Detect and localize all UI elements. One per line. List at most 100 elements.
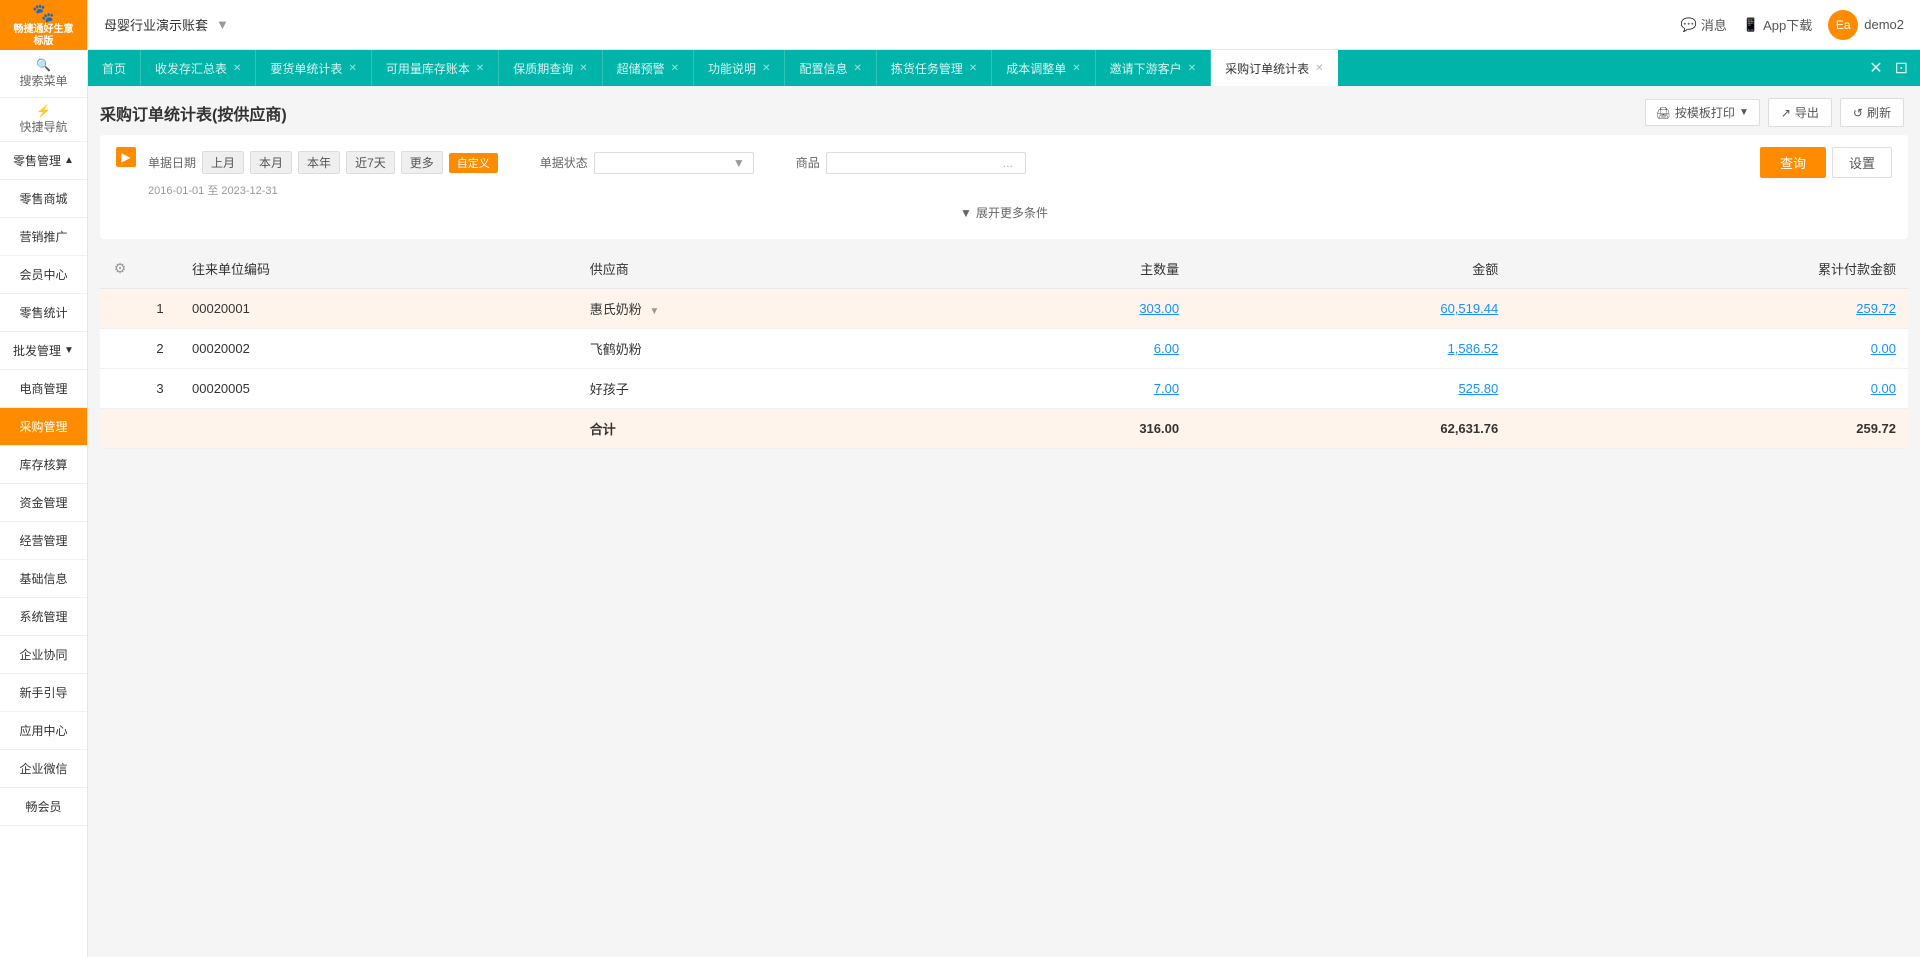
status-select[interactable]: ▼ — [594, 152, 754, 174]
tab-cost-adjust[interactable]: 成本调整单 ✕ — [992, 50, 1095, 86]
filter-main: 单据日期 上月 本月 本年 近7天 更多 自定义 — [148, 147, 1892, 198]
row-paid[interactable]: 0.00 — [1510, 329, 1908, 369]
date-more[interactable]: 更多 — [401, 151, 443, 174]
close-icon[interactable]: ✕ — [579, 63, 587, 74]
sidebar-item-app-center[interactable]: 应用中心 — [0, 712, 87, 750]
print-button[interactable]: 🖨 按模板打印 ▼ — [1645, 99, 1760, 126]
date-last-7days[interactable]: 近7天 — [346, 151, 395, 174]
sidebar-item-vip-member[interactable]: 畅会员 — [0, 788, 87, 826]
table-row: 2 00020002 飞鹤奶粉 6.00 1,586.52 0.00 — [100, 329, 1908, 369]
filter-collapse-button[interactable]: ▶ — [116, 147, 136, 167]
row-qty[interactable]: 7.00 — [942, 369, 1191, 409]
sidebar-item-quick-nav[interactable]: ⚡ 快捷导航 — [0, 98, 87, 142]
export-icon: ↗ — [1781, 106, 1791, 120]
row-paid[interactable]: 0.00 — [1510, 369, 1908, 409]
close-icon[interactable]: ✕ — [853, 63, 861, 74]
settings-button[interactable]: 设置 — [1832, 147, 1892, 178]
chevron-down-icon: ▼ — [1739, 107, 1749, 118]
close-icon[interactable]: ✕ — [671, 63, 679, 74]
sidebar-item-enterprise[interactable]: 企业协同 — [0, 636, 87, 674]
chevron-down-icon: ▼ — [216, 17, 229, 32]
data-table-container: ⚙ 往来单位编码 供应商 主数量 金额 — [100, 249, 1908, 449]
query-button[interactable]: 查询 — [1760, 147, 1826, 178]
sidebar-item-purchase-manage[interactable]: 采购管理 — [0, 408, 87, 446]
filter-row-1: 单据日期 上月 本月 本年 近7天 更多 自定义 — [148, 147, 1892, 178]
tab-overstock[interactable]: 超储预警 ✕ — [603, 50, 694, 86]
brand-text: 标版 — [34, 36, 54, 48]
row-qty[interactable]: 6.00 — [942, 329, 1191, 369]
close-window-icon[interactable]: ✕ — [1865, 54, 1886, 82]
close-icon[interactable]: ✕ — [1315, 63, 1323, 74]
sidebar-item-enterprise-wechat[interactable]: 企业微信 — [0, 750, 87, 788]
export-button[interactable]: ↗ 导出 — [1768, 98, 1832, 127]
tab-home[interactable]: 首页 — [88, 50, 141, 86]
tab-goods-stats[interactable]: 要货单统计表 ✕ — [256, 50, 371, 86]
chevron-down-icon: ▼ — [64, 345, 74, 356]
goods-more-icon[interactable]: ... — [999, 156, 1017, 170]
table-settings-icon[interactable]: ⚙ — [114, 260, 127, 276]
nav-tabs-bar: 首页 收发存汇总表 ✕ 要货单统计表 ✕ 可用量库存账本 ✕ 保质期查询 ✕ 超… — [88, 50, 1920, 86]
sidebar-item-retail-mall[interactable]: 零售商城 — [0, 180, 87, 218]
footer-qty: 316.00 — [942, 409, 1191, 449]
sidebar-item-finance[interactable]: 资金管理 — [0, 484, 87, 522]
sidebar-item-inventory[interactable]: 库存核算 — [0, 446, 87, 484]
goods-filter: 商品 ... — [796, 152, 1026, 174]
supplier-code: 00020001 — [180, 289, 578, 329]
sidebar-item-marketing[interactable]: 营销推广 — [0, 218, 87, 256]
close-icon[interactable]: ✕ — [762, 63, 770, 74]
nav-tabs-end: ✕ ⊡ — [1865, 54, 1920, 82]
row-index: 2 — [140, 329, 180, 369]
tab-func-desc[interactable]: 功能说明 ✕ — [694, 50, 785, 86]
app-download-button[interactable]: 📱 App下载 — [1743, 15, 1812, 34]
date-this-year[interactable]: 本年 — [298, 151, 340, 174]
close-icon[interactable]: ✕ — [969, 63, 977, 74]
expand-window-icon[interactable]: ⊡ — [1891, 54, 1912, 82]
col-supplier-code: 往来单位编码 — [180, 249, 578, 289]
tab-invite-downstream[interactable]: 邀请下游客户 ✕ — [1096, 50, 1211, 86]
row-amount[interactable]: 525.80 — [1191, 369, 1510, 409]
sidebar-item-retail-stats[interactable]: 零售统计 — [0, 294, 87, 332]
sidebar-item-sys-manage[interactable]: 系统管理 — [0, 598, 87, 636]
footer-paid: 259.72 — [1510, 409, 1908, 449]
tab-expiry-query[interactable]: 保质期查询 ✕ — [499, 50, 602, 86]
sidebar-item-basic-info[interactable]: 基础信息 — [0, 560, 87, 598]
tab-available-stock[interactable]: 可用量库存账本 ✕ — [372, 50, 499, 86]
date-this-month[interactable]: 本月 — [250, 151, 292, 174]
row-qty[interactable]: 303.00 — [942, 289, 1191, 329]
table-footer-row: 合计 316.00 62,631.76 259.72 — [100, 409, 1908, 449]
user-profile[interactable]: Ea demo2 — [1828, 10, 1904, 40]
close-icon[interactable]: ✕ — [1188, 63, 1196, 74]
close-icon[interactable]: ✕ — [233, 63, 241, 74]
sidebar-item-ecom-manage[interactable]: 电商管理 — [0, 370, 87, 408]
sidebar-item-retail-manage[interactable]: 零售管理 ▲ — [0, 142, 87, 180]
tab-purchase-stats[interactable]: 采购订单统计表 ✕ — [1211, 50, 1338, 86]
sidebar-logo: 🐾 畅捷通好生意 标版 — [0, 0, 87, 50]
logo-text: 畅捷通好生意 — [14, 24, 74, 36]
close-icon[interactable]: ✕ — [476, 63, 484, 74]
sidebar-item-ops-manage[interactable]: 经营管理 — [0, 522, 87, 560]
sidebar-item-new-guide[interactable]: 新手引导 — [0, 674, 87, 712]
tab-config-info[interactable]: 配置信息 ✕ — [785, 50, 876, 86]
row-paid[interactable]: 259.72 — [1510, 289, 1908, 329]
tab-pick-task[interactable]: 拣货任务管理 ✕ — [877, 50, 992, 86]
sidebar-item-wholesale-manage[interactable]: 批发管理 ▼ — [0, 332, 87, 370]
close-icon[interactable]: ✕ — [1072, 63, 1080, 74]
app-icon: 📱 — [1743, 17, 1759, 33]
expand-more-button[interactable]: ▼ 展开更多条件 — [116, 198, 1892, 227]
row-amount[interactable]: 60,519.44 — [1191, 289, 1510, 329]
tab-collect-pay[interactable]: 收发存汇总表 ✕ — [141, 50, 256, 86]
footer-label: 合计 — [578, 409, 943, 449]
goods-input[interactable]: ... — [826, 152, 1026, 174]
close-icon[interactable]: ✕ — [348, 63, 356, 74]
date-last-month[interactable]: 上月 — [202, 151, 244, 174]
sidebar-item-member-center[interactable]: 会员中心 — [0, 256, 87, 294]
col-settings: ⚙ — [100, 249, 140, 289]
sidebar-item-search[interactable]: 🔍 搜索菜单 — [0, 50, 87, 98]
query-actions: 查询 设置 — [1760, 147, 1892, 178]
row-amount[interactable]: 1,586.52 — [1191, 329, 1510, 369]
message-button[interactable]: 💬 消息 — [1681, 15, 1727, 34]
company-selector[interactable]: 母婴行业演示账套 ▼ — [104, 15, 229, 34]
main-area: 母婴行业演示账套 ▼ 💬 消息 📱 App下载 Ea demo2 首页 收发存汇… — [88, 0, 1920, 957]
refresh-button[interactable]: ↺ 刷新 — [1840, 98, 1904, 127]
date-custom-badge[interactable]: 自定义 — [449, 153, 498, 173]
